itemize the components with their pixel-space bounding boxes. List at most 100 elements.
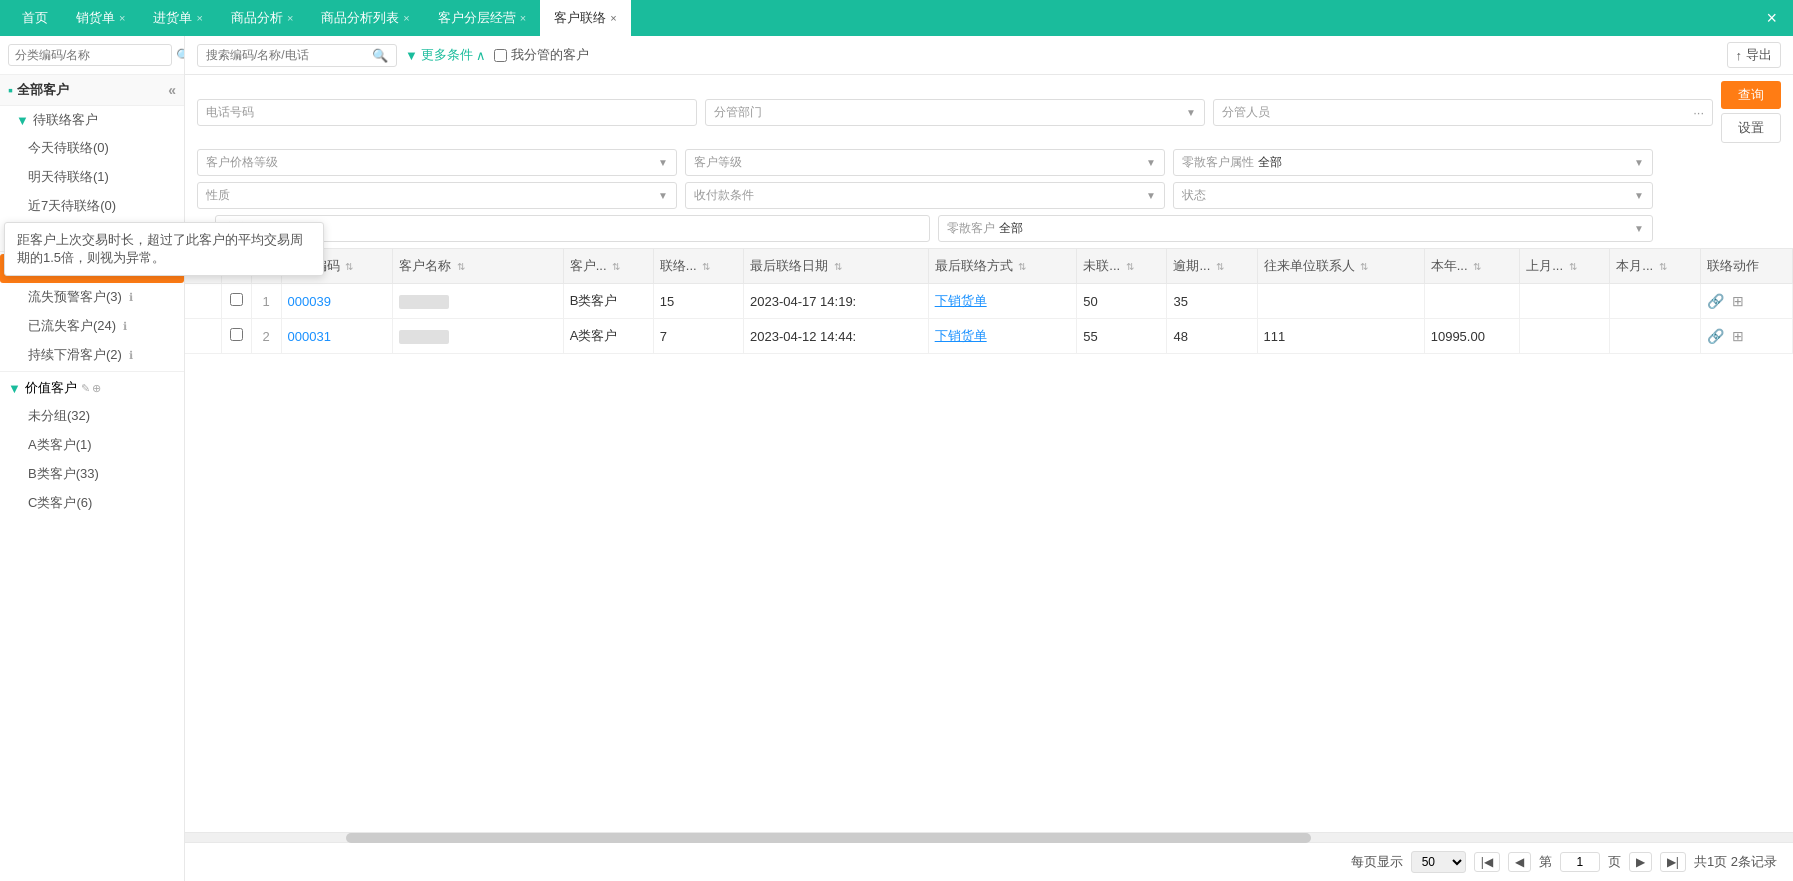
pending-contact-group[interactable]: ▼ 待联络客户 — [0, 106, 184, 134]
nav-customer-segmentation[interactable]: 客户分层经营 × — [424, 0, 540, 36]
sidebar-item-churn-warning[interactable]: 流失预警客户(3) ℹ — [0, 283, 184, 312]
row1-more-icon[interactable]: ⊞ — [1732, 293, 1744, 309]
sidebar-item-declining[interactable]: 持续下滑客户(2) ℹ — [0, 341, 184, 370]
row1-select-checkbox[interactable] — [230, 293, 243, 306]
status-field[interactable]: 状态 ▼ — [1173, 182, 1653, 209]
row2-last-method[interactable]: 下销货单 — [928, 319, 1077, 354]
close-window-button[interactable]: × — [1758, 8, 1785, 29]
search-icon[interactable]: 🔍 — [372, 48, 388, 63]
gender-arrow: ▼ — [658, 190, 668, 201]
scrollbar-thumb[interactable] — [346, 833, 1311, 843]
row2-this-month — [1610, 319, 1700, 354]
contact-count-sort-icon[interactable]: ⇅ — [702, 261, 710, 272]
overdue-sort-icon[interactable]: ⇅ — [1216, 261, 1224, 272]
sidebar-item-class-b[interactable]: B类客户(33) — [0, 460, 184, 489]
row1-last-method[interactable]: 下销货单 — [928, 284, 1077, 319]
phone-field[interactable]: 电话号码 — [197, 99, 697, 126]
retail-attr-field[interactable]: 零散客户属性 全部 ▼ — [1173, 149, 1653, 176]
table-row: 1 000039 B类客户 15 2023-04-17 14:19: 下销货单 … — [185, 284, 1793, 319]
price-grade-field[interactable]: 客户价格等级 ▼ — [197, 149, 677, 176]
sidebar-item-today[interactable]: 今天待联络(0) — [0, 134, 184, 163]
close-purchase-order[interactable]: × — [196, 12, 202, 24]
prev-page-btn[interactable]: ◀ — [1508, 852, 1531, 872]
value-triangle-icon: ▼ — [8, 381, 21, 396]
info-icon-churned: ℹ — [123, 320, 127, 332]
contacts-sort-icon[interactable]: ⇅ — [1360, 261, 1368, 272]
row1-no-contact: 50 — [1077, 284, 1167, 319]
edit-icon[interactable]: ✎ — [81, 382, 90, 395]
query-button[interactable]: 查询 — [1721, 81, 1781, 109]
name-col-header: 客户名称 ⇅ — [393, 249, 563, 284]
sidebar-search-icon[interactable]: 🔍 — [176, 48, 185, 63]
gender-field[interactable]: 性质 ▼ — [197, 182, 677, 209]
sidebar-item-class-c[interactable]: C类客户(6) — [0, 489, 184, 518]
chevron-up-icon: ∧ — [476, 48, 486, 63]
export-button[interactable]: ↑ 导出 — [1727, 42, 1782, 68]
this-year-sort-icon[interactable]: ⇅ — [1473, 261, 1481, 272]
settings-button[interactable]: 设置 — [1721, 113, 1781, 143]
this-month-sort-icon[interactable]: ⇅ — [1659, 261, 1667, 272]
manager-field[interactable]: 分管人员 ··· — [1213, 99, 1713, 126]
nav-sales-order[interactable]: 销货单 × — [62, 0, 139, 36]
customer-grade-field[interactable]: 客户等级 ▼ — [685, 149, 1165, 176]
add-icon[interactable]: ⊕ — [92, 382, 101, 395]
row2-code[interactable]: 000031 — [281, 319, 393, 354]
sidebar-item-churned[interactable]: 已流失客户(24) ℹ — [0, 312, 184, 341]
nav-customer-contact[interactable]: 客户联络 × — [540, 0, 630, 36]
last-page-btn[interactable]: ▶| — [1660, 852, 1686, 872]
per-page-label: 每页显示 — [1351, 853, 1403, 871]
dept-field[interactable]: 分管部门 ▼ — [705, 99, 1205, 126]
row2-select-checkbox[interactable] — [230, 328, 243, 341]
horizontal-scrollbar[interactable] — [185, 832, 1793, 842]
nav-home[interactable]: 首页 — [8, 0, 62, 36]
close-sales-order[interactable]: × — [119, 12, 125, 24]
price-grade-arrow: ▼ — [658, 157, 668, 168]
last-month-sort-icon[interactable]: ⇅ — [1569, 261, 1577, 272]
next-page-btn[interactable]: ▶ — [1629, 852, 1652, 872]
row2-contact-icon[interactable]: 🔗 — [1707, 328, 1724, 344]
row1-contact-icon[interactable]: 🔗 — [1707, 293, 1724, 309]
my-customers-checkbox[interactable] — [494, 49, 507, 62]
payment-label: 收付款条件 — [694, 187, 754, 204]
per-page-select[interactable]: 50 100 200 — [1411, 851, 1466, 873]
sidebar-item-ungrouped[interactable]: 未分组(32) — [0, 402, 184, 431]
last-contact-method-sort-icon[interactable]: ⇅ — [1018, 261, 1026, 272]
status-arrow: ▼ — [1634, 190, 1644, 201]
nav-product-analysis[interactable]: 商品分析 × — [217, 0, 307, 36]
sidebar-item-class-a[interactable]: A类客户(1) — [0, 431, 184, 460]
value-customers-group[interactable]: ▼ 价值客户 ✎ ⊕ — [0, 374, 184, 402]
sidebar-item-7days[interactable]: 近7天待联络(0) — [0, 192, 184, 221]
sidebar-item-tomorrow[interactable]: 明天待联络(1) — [0, 163, 184, 192]
name-sort-icon[interactable]: ⇅ — [457, 261, 465, 272]
code-sort-icon[interactable]: ⇅ — [345, 261, 353, 272]
sidebar-search-input[interactable] — [8, 44, 172, 66]
close-product-analysis[interactable]: × — [287, 12, 293, 24]
nav-product-analysis-list[interactable]: 商品分析列表 × — [307, 0, 423, 36]
all-customers-title[interactable]: ▪ 全部客户 « — [0, 75, 184, 106]
row1-code[interactable]: 000039 — [281, 284, 393, 319]
collapse-sidebar-btn[interactable]: « — [168, 82, 176, 98]
retail-attr-label: 零散客户属性 — [1182, 154, 1254, 171]
more-conditions-btn[interactable]: ▼ 更多条件 ∧ — [405, 46, 486, 64]
close-customer-contact[interactable]: × — [610, 12, 616, 24]
payment-field[interactable]: 收付款条件 ▼ — [685, 182, 1165, 209]
page-input[interactable] — [1560, 852, 1600, 872]
info-icon-churn: ℹ — [129, 291, 133, 303]
search-input[interactable] — [206, 48, 372, 62]
last-contact-date-sort-icon[interactable]: ⇅ — [834, 261, 842, 272]
sidebar: 🔍 ▪ 全部客户 « ▼ 待联络客户 今天待联络(0) 明天待联络(1) 近7天… — [0, 36, 185, 881]
first-page-btn[interactable]: |◀ — [1474, 852, 1500, 872]
row2-more-icon[interactable]: ⊞ — [1732, 328, 1744, 344]
filter-action-buttons: 查询 设置 — [1721, 81, 1781, 143]
close-product-analysis-list[interactable]: × — [403, 12, 409, 24]
type-sort-icon[interactable]: ⇅ — [612, 261, 620, 272]
sidebar-search-area: 🔍 — [0, 36, 184, 75]
top-navigation: 首页 销货单 × 进货单 × 商品分析 × 商品分析列表 × 客户分层经营 × … — [0, 0, 1793, 36]
row2-checkbox — [221, 319, 251, 354]
nav-purchase-order[interactable]: 进货单 × — [139, 0, 216, 36]
retail-customers-field[interactable]: 零散客户 全部 ▼ — [938, 215, 1653, 242]
row2-settings — [185, 319, 221, 354]
close-customer-segmentation[interactable]: × — [520, 12, 526, 24]
no-contact-sort-icon[interactable]: ⇅ — [1126, 261, 1134, 272]
action-col-header: 联络动作 — [1700, 249, 1792, 284]
